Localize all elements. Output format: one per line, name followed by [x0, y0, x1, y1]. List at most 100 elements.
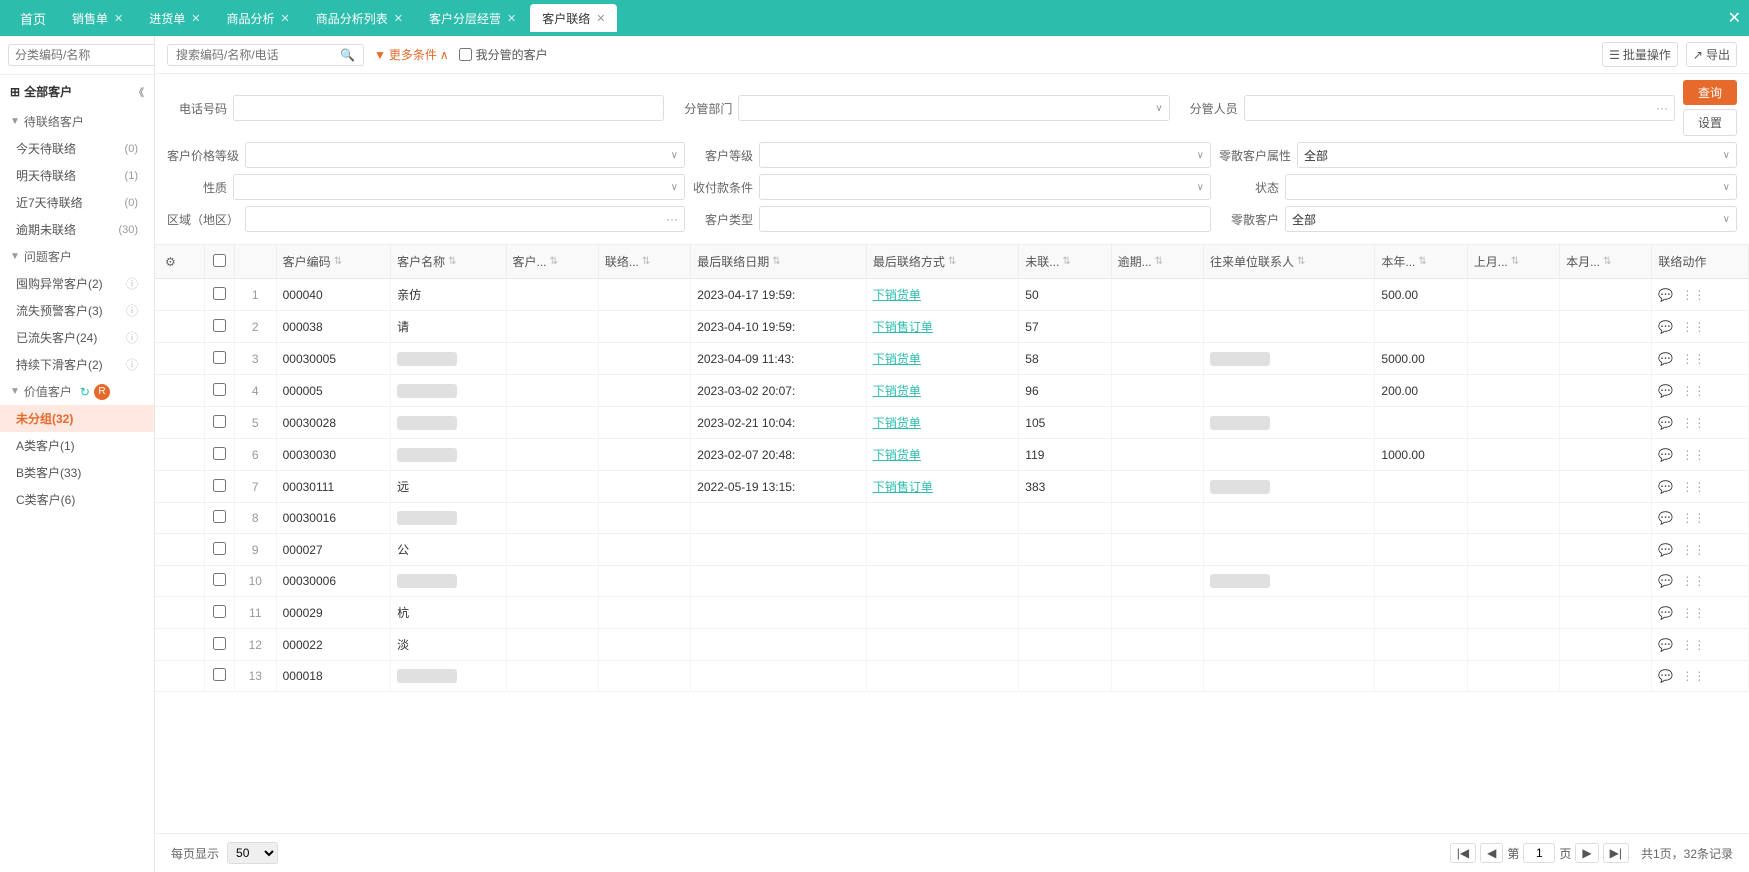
- action-chat-icon[interactable]: 💬: [1658, 288, 1673, 302]
- th-no-contact[interactable]: 未联... ⇅: [1019, 245, 1111, 279]
- row-checkbox[interactable]: [213, 510, 226, 523]
- phone-input[interactable]: [233, 95, 664, 121]
- my-customers-input[interactable]: [459, 48, 472, 61]
- tab-customer-contact[interactable]: 客户联络 ✕: [530, 4, 617, 32]
- th-last-way[interactable]: 最后联络方式 ⇅: [866, 245, 1018, 279]
- action-more-icon[interactable]: ⋮⋮: [1681, 638, 1705, 652]
- page-last-btn[interactable]: ▶|: [1603, 843, 1629, 863]
- th-settings[interactable]: ⚙: [155, 245, 204, 279]
- th-code[interactable]: 客户编码 ⇅: [276, 245, 390, 279]
- filter-search-input[interactable]: [176, 48, 336, 62]
- region-input[interactable]: ···: [245, 206, 685, 232]
- sidebar-item-overdue[interactable]: 逾期未联络 (30): [0, 216, 154, 243]
- row-checkbox[interactable]: [213, 415, 226, 428]
- customer-type-input[interactable]: [759, 206, 1211, 232]
- tab-product-list-close[interactable]: ✕: [394, 12, 403, 25]
- region-dots-icon[interactable]: ···: [666, 212, 678, 226]
- action-more-icon[interactable]: ⋮⋮: [1681, 320, 1705, 334]
- action-chat-icon[interactable]: 💬: [1658, 574, 1673, 588]
- action-more-icon[interactable]: ⋮⋮: [1681, 288, 1705, 302]
- action-chat-icon[interactable]: 💬: [1658, 320, 1673, 334]
- tab-customer-segment[interactable]: 客户分层经营 ✕: [417, 4, 528, 32]
- status-input[interactable]: ∨: [1285, 174, 1737, 200]
- row-checkbox[interactable]: [213, 447, 226, 460]
- row-checkbox[interactable]: [213, 605, 226, 618]
- action-chat-icon[interactable]: 💬: [1658, 416, 1673, 430]
- action-chat-icon[interactable]: 💬: [1658, 448, 1673, 462]
- tab-product-analysis[interactable]: 商品分析 ✕: [214, 4, 301, 32]
- action-chat-icon[interactable]: 💬: [1658, 543, 1673, 557]
- export-btn[interactable]: ↗ 导出: [1686, 42, 1737, 67]
- last-way-link[interactable]: 下销售订单: [873, 320, 933, 334]
- sparse-attr-input[interactable]: 全部 ∨: [1297, 142, 1737, 168]
- my-customers-checkbox[interactable]: 我分管的客户: [459, 46, 548, 63]
- sidebar-collapse-icon[interactable]: 《: [134, 84, 144, 99]
- action-more-icon[interactable]: ⋮⋮: [1681, 511, 1705, 525]
- page-next-btn[interactable]: ▶: [1575, 843, 1598, 863]
- select-all-checkbox[interactable]: [213, 254, 226, 267]
- row-checkbox[interactable]: [213, 637, 226, 650]
- row-checkbox[interactable]: [213, 287, 226, 300]
- action-chat-icon[interactable]: 💬: [1658, 638, 1673, 652]
- page-size-select[interactable]: 50 100 200: [227, 842, 278, 864]
- page-first-btn[interactable]: |◀: [1450, 843, 1476, 863]
- filter-search-icon[interactable]: 🔍: [340, 48, 355, 62]
- th-this-year[interactable]: 本年... ⇅: [1375, 245, 1467, 279]
- sidebar-search-input[interactable]: [8, 44, 155, 66]
- price-level-input[interactable]: ∨: [245, 142, 685, 168]
- row-checkbox[interactable]: [213, 542, 226, 555]
- th-last-month[interactable]: 上月... ⇅: [1467, 245, 1559, 279]
- action-chat-icon[interactable]: 💬: [1658, 384, 1673, 398]
- th-name[interactable]: 客户名称 ⇅: [391, 245, 506, 279]
- tab-customer-segment-close[interactable]: ✕: [507, 12, 516, 25]
- th-type[interactable]: 客户... ⇅: [506, 245, 598, 279]
- sidebar-item-week[interactable]: 近7天待联络 (0): [0, 189, 154, 216]
- row-checkbox[interactable]: [213, 668, 226, 681]
- row-checkbox[interactable]: [213, 383, 226, 396]
- action-more-icon[interactable]: ⋮⋮: [1681, 606, 1705, 620]
- tab-home[interactable]: 首页: [8, 9, 58, 28]
- last-way-link[interactable]: 下销货单: [873, 448, 921, 462]
- action-chat-icon[interactable]: 💬: [1658, 511, 1673, 525]
- th-overdue[interactable]: 逾期... ⇅: [1111, 245, 1203, 279]
- tab-product-analysis-close[interactable]: ✕: [281, 12, 290, 25]
- reset-btn[interactable]: 设置: [1683, 109, 1737, 136]
- page-prev-btn[interactable]: ◀: [1480, 843, 1503, 863]
- sidebar-item-tomorrow[interactable]: 明天待联络 (1): [0, 162, 154, 189]
- action-chat-icon[interactable]: 💬: [1658, 480, 1673, 494]
- row-checkbox[interactable]: [213, 573, 226, 586]
- page-number-input[interactable]: [1523, 843, 1555, 863]
- row-checkbox[interactable]: [213, 351, 226, 364]
- th-company-contact[interactable]: 往来单位联系人 ⇅: [1203, 245, 1374, 279]
- nature-input[interactable]: ∨: [233, 174, 685, 200]
- person-dots-icon[interactable]: ···: [1656, 101, 1668, 115]
- sidebar-group-pending[interactable]: ▼ 待联络客户: [0, 108, 154, 135]
- tab-product-list[interactable]: 商品分析列表 ✕: [304, 4, 415, 32]
- sidebar-group-problem[interactable]: ▼ 问题客户: [0, 243, 154, 270]
- sidebar-item-ungroup[interactable]: 未分组(32): [0, 405, 154, 432]
- tab-customer-contact-close[interactable]: ✕: [596, 12, 605, 25]
- tab-sales[interactable]: 销售单 ✕: [60, 4, 135, 32]
- more-conditions-btn[interactable]: ▼ 更多条件 ∧: [374, 46, 449, 63]
- sidebar-group-value[interactable]: ▼ 价值客户 ↻ R: [0, 378, 154, 405]
- tab-purchase[interactable]: 进货单 ✕: [137, 4, 212, 32]
- customer-level-input[interactable]: ∨: [759, 142, 1211, 168]
- action-chat-icon[interactable]: 💬: [1658, 606, 1673, 620]
- action-more-icon[interactable]: ⋮⋮: [1681, 352, 1705, 366]
- all-customers-header[interactable]: ⊞ 全部客户 《: [0, 75, 154, 108]
- last-way-link[interactable]: 下销货单: [873, 384, 921, 398]
- th-last-date[interactable]: 最后联络日期 ⇅: [691, 245, 867, 279]
- th-this-month[interactable]: 本月... ⇅: [1560, 245, 1652, 279]
- action-more-icon[interactable]: ⋮⋮: [1681, 480, 1705, 494]
- sidebar-item-lost[interactable]: 已流失客户(24) ⓘ: [0, 324, 154, 351]
- query-btn[interactable]: 查询: [1683, 80, 1737, 105]
- last-way-link[interactable]: 下销售订单: [873, 480, 933, 494]
- th-contact[interactable]: 联络... ⇅: [598, 245, 690, 279]
- tab-sales-close[interactable]: ✕: [114, 12, 123, 25]
- tab-purchase-close[interactable]: ✕: [191, 12, 200, 25]
- action-more-icon[interactable]: ⋮⋮: [1681, 543, 1705, 557]
- row-checkbox[interactable]: [213, 319, 226, 332]
- action-more-icon[interactable]: ⋮⋮: [1681, 574, 1705, 588]
- sidebar-item-a[interactable]: A类客户(1): [0, 432, 154, 459]
- sidebar-item-b[interactable]: B类客户(33): [0, 459, 154, 486]
